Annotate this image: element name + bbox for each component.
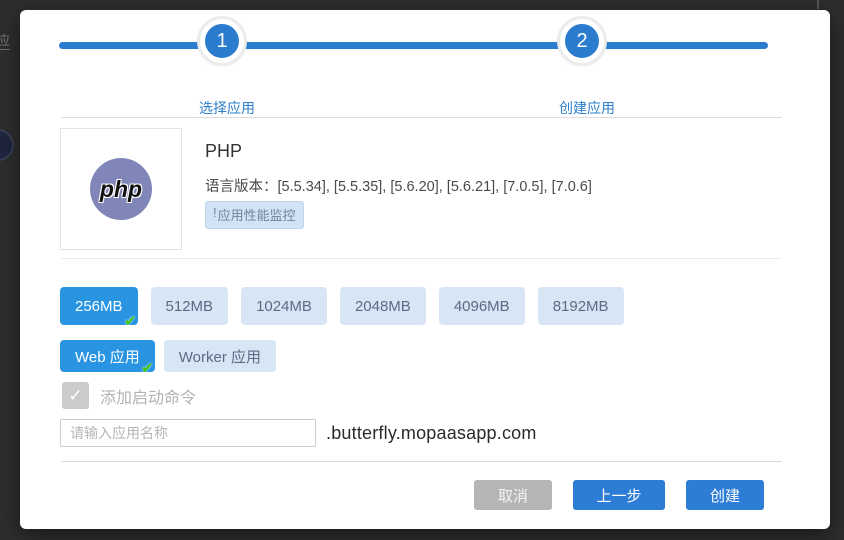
- memory-option-label: 512MB: [165, 297, 214, 315]
- create-button[interactable]: 创建: [686, 480, 764, 510]
- previous-button[interactable]: 上一步: [573, 480, 665, 510]
- section-divider: [61, 258, 782, 259]
- memory-option-256mb[interactable]: 256MB ✔: [60, 287, 138, 330]
- stepper-progress-bar: [59, 42, 768, 49]
- selected-check-icon: ✔: [123, 313, 137, 330]
- memory-option-512mb[interactable]: 512MB: [150, 287, 229, 325]
- memory-option-label: 8192MB: [552, 297, 609, 315]
- background-text-fragment: 应: [0, 30, 11, 50]
- app-type-option-row: Web 应用 ✔ Worker 应用: [60, 340, 276, 377]
- selected-check-icon: ✔: [141, 360, 154, 377]
- background-avatar-fragment: [0, 131, 12, 159]
- memory-option-row: 256MB ✔ 512MB 1024MB 2048MB 4096MB 8192M…: [60, 287, 624, 330]
- footer-divider: [61, 461, 782, 462]
- memory-option-8192mb[interactable]: 8192MB: [537, 287, 624, 325]
- app-name-row: .butterfly.mopaasapp.com: [60, 419, 537, 447]
- step-1-label: 选择应用: [199, 100, 255, 116]
- step-1-circle: 1: [200, 19, 244, 63]
- footer-button-row: 取消 上一步 创建: [474, 480, 764, 510]
- domain-suffix: .butterfly.mopaasapp.com: [326, 422, 537, 443]
- step-1-number: 1: [216, 29, 228, 52]
- app-logo-card: php: [60, 128, 182, 250]
- app-type-option-label: Web 应用: [75, 348, 140, 366]
- startup-command-row: ✓ 添加启动命令: [62, 382, 196, 409]
- memory-option-label: 1024MB: [256, 297, 312, 315]
- versions-list: [5.5.34], [5.5.35], [5.6.20], [5.6.21], …: [277, 179, 592, 195]
- checkbox-check-icon: ✓: [68, 385, 83, 405]
- memory-option-label: 4096MB: [453, 297, 510, 315]
- startup-command-checkbox[interactable]: ✓: [62, 382, 89, 409]
- startup-command-label: 添加启动命令: [100, 389, 197, 407]
- php-logo-icon: php: [90, 158, 152, 220]
- memory-option-1024mb[interactable]: 1024MB: [241, 287, 327, 325]
- cancel-button[interactable]: 取消: [474, 480, 552, 510]
- apm-tag-icon: !: [213, 205, 217, 220]
- app-type-option-web[interactable]: Web 应用 ✔: [60, 340, 155, 377]
- app-versions: 语言版本：[5.5.34], [5.5.35], [5.6.20], [5.6.…: [205, 175, 592, 196]
- versions-label: 语言版本：: [205, 179, 278, 195]
- memory-option-label: 2048MB: [354, 297, 411, 315]
- app-type-option-worker[interactable]: Worker 应用: [163, 340, 276, 372]
- apm-tag-label: 应用性能监控: [217, 208, 296, 223]
- app-type-option-label: Worker 应用: [178, 348, 261, 366]
- apm-tag: ! 应用性能监控: [205, 201, 304, 229]
- app-title: PHP: [205, 141, 243, 161]
- memory-option-4096mb[interactable]: 4096MB: [438, 287, 525, 325]
- step-2-number: 2: [576, 29, 588, 52]
- php-logo-text: php: [99, 175, 143, 202]
- memory-option-2048mb[interactable]: 2048MB: [339, 287, 426, 325]
- memory-option-label: 256MB: [75, 297, 123, 315]
- app-name-input[interactable]: [60, 419, 316, 447]
- step-2-label: 创建应用: [559, 100, 615, 116]
- background-divider-fragment: [817, 0, 819, 9]
- stepper-divider: [61, 117, 782, 118]
- create-app-dialog: 1 2 选择应用 创建应用 php PHP 语言版本：[5.5.34], [5.…: [20, 10, 830, 529]
- step-2-circle: 2: [560, 19, 604, 63]
